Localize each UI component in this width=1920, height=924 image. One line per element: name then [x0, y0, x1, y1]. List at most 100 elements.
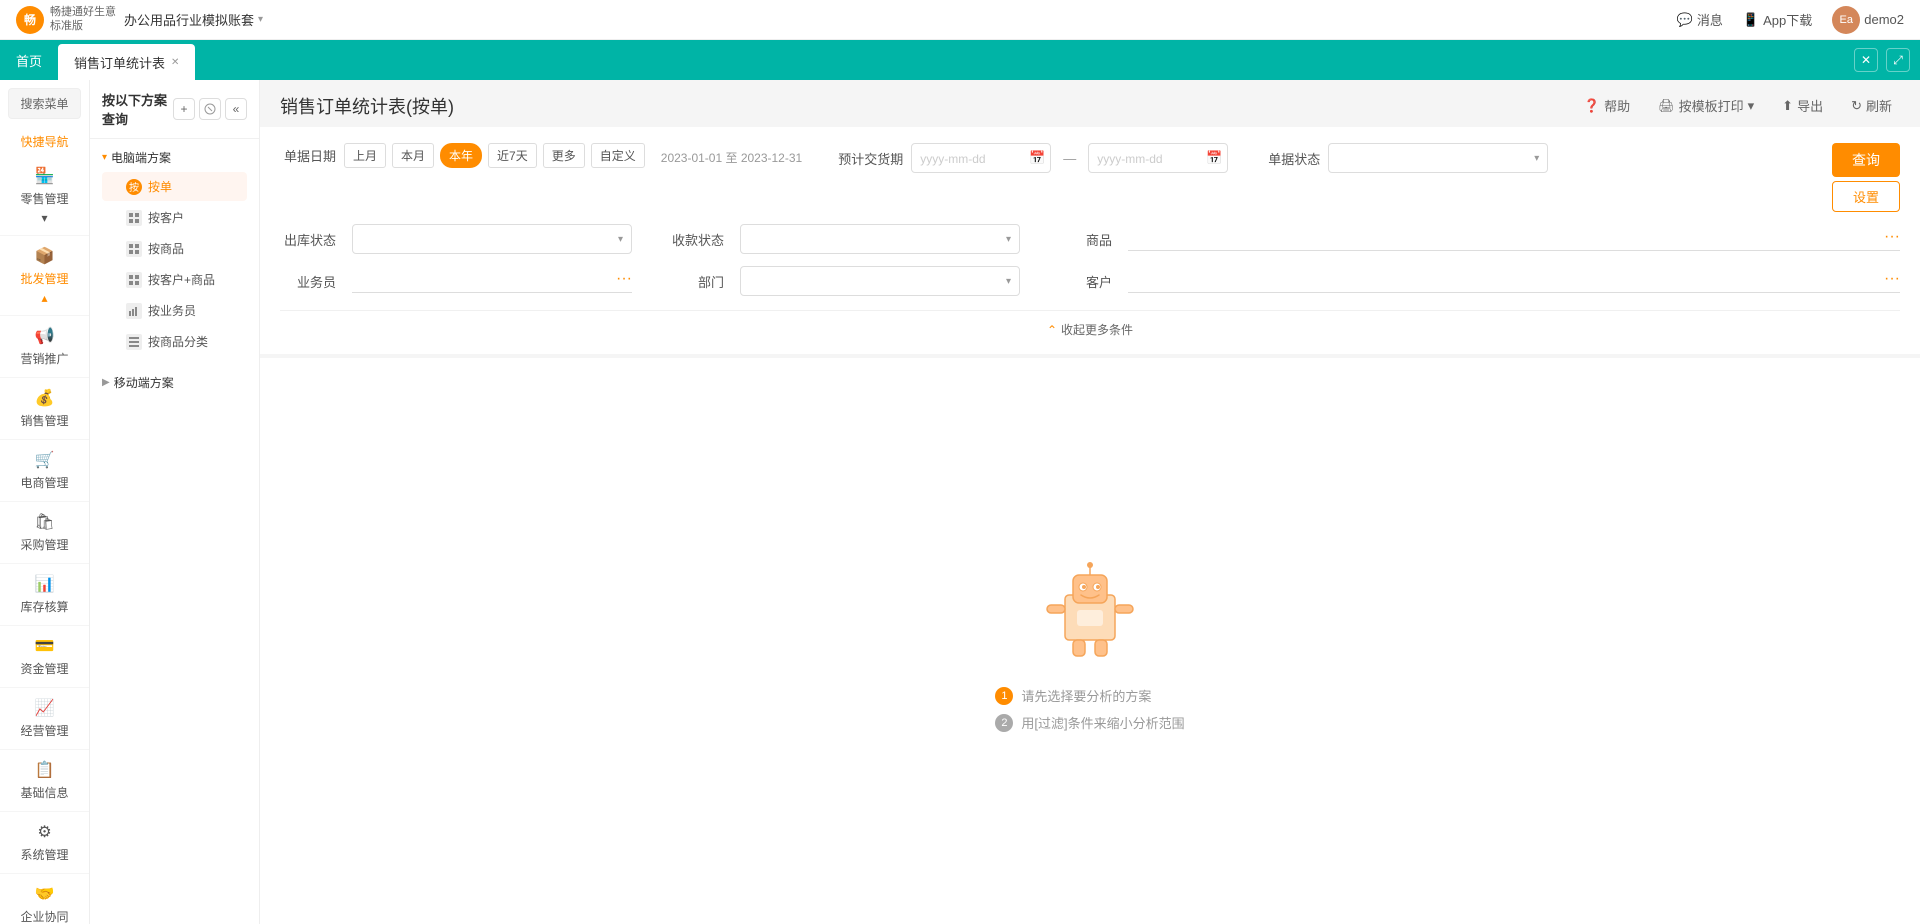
sidebar-item-marketing[interactable]: 📢 营销推广 — [0, 316, 89, 378]
salesperson-label: 业务员 — [280, 272, 336, 291]
expected-date-from-wrap: 📅 — [911, 143, 1051, 173]
salesperson-dots[interactable]: ··· — [616, 270, 632, 288]
payment-status-select[interactable]: ▾ — [740, 224, 1020, 254]
help-btn[interactable]: ❓ 帮助 — [1576, 92, 1638, 119]
expected-date-from-input[interactable] — [911, 143, 1051, 173]
tab-maximize-btn[interactable]: ⤢ — [1886, 48, 1910, 72]
customer-label: 客户 — [1056, 272, 1112, 291]
goods-dots[interactable]: ··· — [1884, 228, 1900, 246]
sidebar-item-basic[interactable]: 📋 基础信息 — [0, 750, 89, 812]
app-title-area[interactable]: 办公用品行业模拟账套 ▾ — [124, 10, 263, 29]
export-icon: ⬆ — [1782, 98, 1793, 114]
wholesale-icon: 📦 — [35, 246, 55, 266]
goods-label: 商品 — [1056, 230, 1112, 249]
tab-home[interactable]: 首页 — [0, 40, 58, 80]
date-btn-more[interactable]: 更多 — [543, 143, 585, 168]
date-btn-7days[interactable]: 近7天 — [488, 143, 537, 168]
ecommerce-icon: 🛒 — [35, 450, 55, 470]
search-menu-btn[interactable]: 搜索菜单 — [8, 88, 81, 119]
message-btn[interactable]: 💬 消息 — [1677, 10, 1723, 29]
payment-status-label: 收款状态 — [668, 230, 724, 249]
scheme-item-by-goods[interactable]: 按商品 — [102, 234, 247, 263]
main-content: 销售订单统计表(按单) ❓ 帮助 🖨 按模板打印 ▾ ⬆ 导出 — [260, 80, 1920, 924]
scheme-group-mobile-header[interactable]: ▶ 移动端方案 — [102, 370, 247, 395]
message-icon: 💬 — [1677, 12, 1693, 28]
mobile-group-expand-icon: ▶ — [102, 377, 110, 388]
settings-btn[interactable]: 设置 — [1832, 181, 1900, 212]
date-btn-this-year[interactable]: 本年 — [440, 143, 482, 168]
by-goods-cat-icon — [126, 334, 142, 350]
sidebar-item-sales[interactable]: 💰 销售管理 — [0, 378, 89, 440]
export-btn[interactable]: ⬆ 导出 — [1774, 92, 1831, 119]
sales-icon: 💰 — [35, 388, 55, 408]
tab-bar-actions: ✕ ⤢ — [1854, 48, 1910, 72]
schemes-panel-header: 按以下方案查询 + « — [90, 80, 259, 139]
sidebar-item-purchase[interactable]: 🛍 采购管理 — [0, 502, 89, 564]
department-select[interactable]: ▾ — [740, 266, 1020, 296]
sidebar-item-operations[interactable]: 📈 经营管理 — [0, 688, 89, 750]
sidebar-item-wholesale[interactable]: 📦 批发管理 ▴ — [0, 236, 89, 316]
expected-date-label: 预计交货期 — [838, 149, 903, 168]
logo-text: 畅捷通好生意 标准版 — [50, 6, 116, 32]
scheme-item-by-salesperson[interactable]: 按业务员 — [102, 296, 247, 325]
tab-bar: 首页 销售订单统计表 ✕ ✕ ⤢ — [0, 40, 1920, 80]
template-print-btn[interactable]: 🖨 按模板打印 ▾ — [1650, 92, 1762, 119]
sidebar-item-inventory[interactable]: 📊 库存核算 — [0, 564, 89, 626]
doc-status-arrow-icon: ▾ — [1534, 153, 1539, 164]
by-order-icon: 按 — [126, 179, 142, 195]
sidebar: 搜索菜单 快捷导航 🏪 零售管理 ▾ 📦 批发管理 ▴ 📢 营销推广 💰 销售管… — [0, 80, 90, 924]
sidebar-item-retail[interactable]: 🏪 零售管理 ▾ — [0, 156, 89, 236]
sidebar-item-system[interactable]: ⚙ 系统管理 — [0, 812, 89, 874]
marketing-icon: 📢 — [35, 326, 55, 346]
tip-1-number: 1 — [995, 687, 1013, 705]
filter-area: 单据日期 上月 本月 本年 近7天 更多 自定义 2023-01-01 至 20… — [260, 127, 1920, 354]
date-btn-custom[interactable]: 自定义 — [591, 143, 645, 168]
scheme-item-by-order[interactable]: 按 按单 — [102, 172, 247, 201]
doc-status-label: 单据状态 — [1264, 149, 1320, 168]
ship-status-select[interactable]: ▾ — [352, 224, 632, 254]
scheme-group-pc-header[interactable]: ▾ 电脑端方案 — [102, 145, 247, 170]
sidebar-item-enterprise[interactable]: 🤝 企业协同 — [0, 874, 89, 924]
system-icon: ⚙ — [37, 822, 51, 842]
by-goods-icon — [126, 241, 142, 257]
schemes-panel-title: 按以下方案查询 — [102, 90, 173, 128]
collapse-schemes-btn[interactable]: « — [225, 98, 247, 120]
collapse-chevron-icon: ⌃ — [1047, 323, 1057, 337]
collapse-filter-btn[interactable]: ⌃ 收起更多条件 — [1047, 321, 1133, 338]
tab-sales-stat[interactable]: 销售订单统计表 ✕ — [58, 44, 195, 80]
top-bar: 畅 畅捷通好生意 标准版 办公用品行业模拟账套 ▾ 💬 消息 📱 App下载 E… — [0, 0, 1920, 40]
tab-sales-stat-label: 销售订单统计表 — [74, 53, 165, 72]
by-customer-icon — [126, 210, 142, 226]
sidebar-item-ecommerce[interactable]: 🛒 电商管理 — [0, 440, 89, 502]
tab-home-label: 首页 — [16, 51, 42, 70]
empty-tips: 1 请先选择要分析的方案 2 用[过滤]条件来缩小分析范围 — [995, 686, 1184, 732]
customer-dots[interactable]: ··· — [1884, 270, 1900, 288]
doc-status-select[interactable]: ▾ — [1328, 143, 1548, 173]
print-icon: 🖨 — [1658, 98, 1675, 114]
quick-nav-btn[interactable]: 快捷导航 — [0, 127, 89, 156]
tab-close-icon[interactable]: ✕ — [171, 57, 179, 68]
date-btn-last-month[interactable]: 上月 — [344, 143, 386, 168]
expected-date-to-input[interactable] — [1088, 143, 1228, 173]
query-btn[interactable]: 查询 — [1832, 143, 1900, 177]
user-area[interactable]: Ea demo2 — [1832, 6, 1904, 34]
scheme-item-by-goods-cat[interactable]: 按商品分类 — [102, 327, 247, 356]
app-download-btn[interactable]: 📱 App下载 — [1743, 10, 1812, 29]
by-cust-goods-icon — [126, 272, 142, 288]
date-label: 单据日期 — [280, 146, 336, 165]
page-header: 销售订单统计表(按单) ❓ 帮助 🖨 按模板打印 ▾ ⬆ 导出 — [260, 80, 1920, 127]
scheme-item-by-customer[interactable]: 按客户 — [102, 203, 247, 232]
ship-status-arrow-icon: ▾ — [618, 234, 623, 245]
sidebar-item-finance[interactable]: 💳 资金管理 — [0, 626, 89, 688]
avatar: Ea — [1832, 6, 1860, 34]
refresh-btn[interactable]: ↻ 刷新 — [1843, 92, 1900, 119]
edit-scheme-btn[interactable] — [199, 98, 221, 120]
purchase-icon: 🛍 — [34, 512, 54, 532]
date-btn-this-month[interactable]: 本月 — [392, 143, 434, 168]
basic-icon: 📋 — [35, 760, 55, 780]
scheme-item-by-cust-goods[interactable]: 按客户+商品 — [102, 265, 247, 294]
tab-close-window-btn[interactable]: ✕ — [1854, 48, 1878, 72]
logo-icon: 畅 — [16, 6, 44, 34]
add-scheme-btn[interactable]: + — [173, 98, 195, 120]
inventory-icon: 📊 — [35, 574, 55, 594]
